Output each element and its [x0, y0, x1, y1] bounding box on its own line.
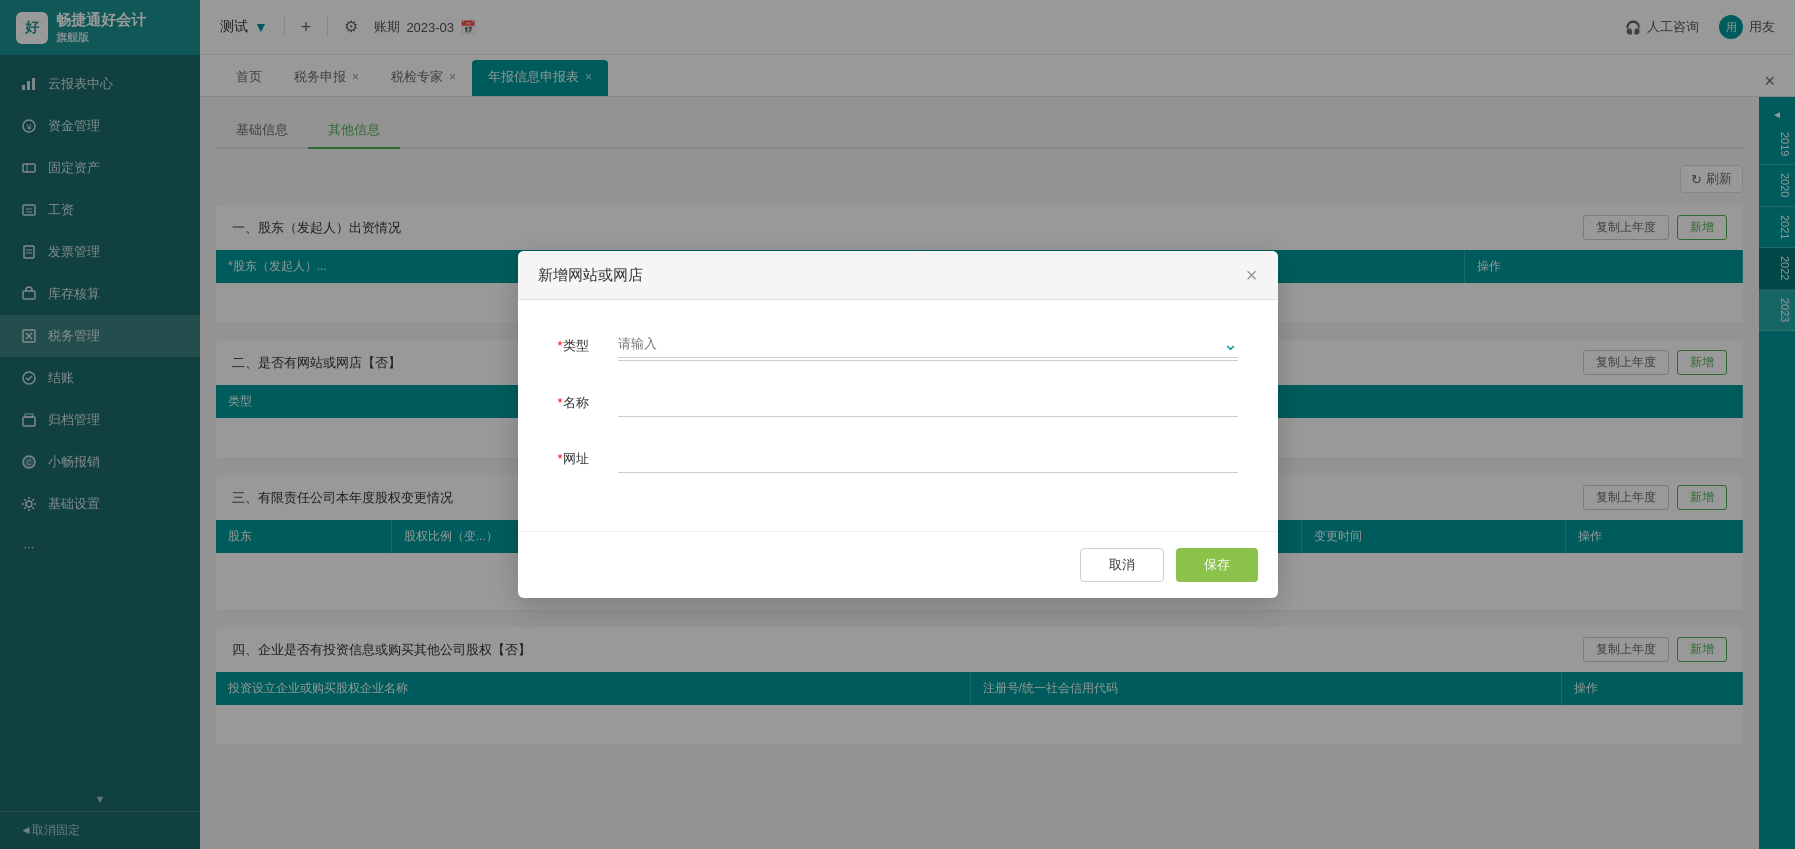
modal-add-website: 新增网站或网店 × *类型 ⌄ *名称	[518, 251, 1278, 598]
save-button[interactable]: 保存	[1176, 548, 1258, 582]
type-underline	[618, 360, 1238, 361]
form-row-name: *名称	[558, 389, 1238, 417]
modal-body: *类型 ⌄ *名称	[518, 300, 1278, 531]
type-label: *类型	[558, 337, 618, 355]
url-required-mark: *	[558, 451, 563, 466]
modal-overlay[interactable]: 新增网站或网店 × *类型 ⌄ *名称	[0, 0, 1795, 849]
form-row-url: *网址	[558, 445, 1238, 473]
name-required-mark: *	[558, 395, 563, 410]
name-input[interactable]	[618, 389, 1238, 417]
name-field	[618, 389, 1238, 417]
url-field	[618, 445, 1238, 473]
name-label: *名称	[558, 394, 618, 412]
modal-title: 新增网站或网店	[538, 266, 643, 285]
modal-close-button[interactable]: ×	[1246, 265, 1258, 285]
cancel-button[interactable]: 取消	[1080, 548, 1164, 582]
modal-header: 新增网站或网店 ×	[518, 251, 1278, 300]
type-input[interactable]	[618, 330, 1238, 358]
url-input[interactable]	[618, 445, 1238, 473]
modal-footer: 取消 保存	[518, 531, 1278, 598]
form-row-type: *类型 ⌄	[558, 330, 1238, 361]
type-field: ⌄	[618, 330, 1238, 361]
url-label: *网址	[558, 450, 618, 468]
type-select-wrapper: ⌄	[618, 330, 1238, 358]
type-required-mark: *	[558, 338, 563, 353]
